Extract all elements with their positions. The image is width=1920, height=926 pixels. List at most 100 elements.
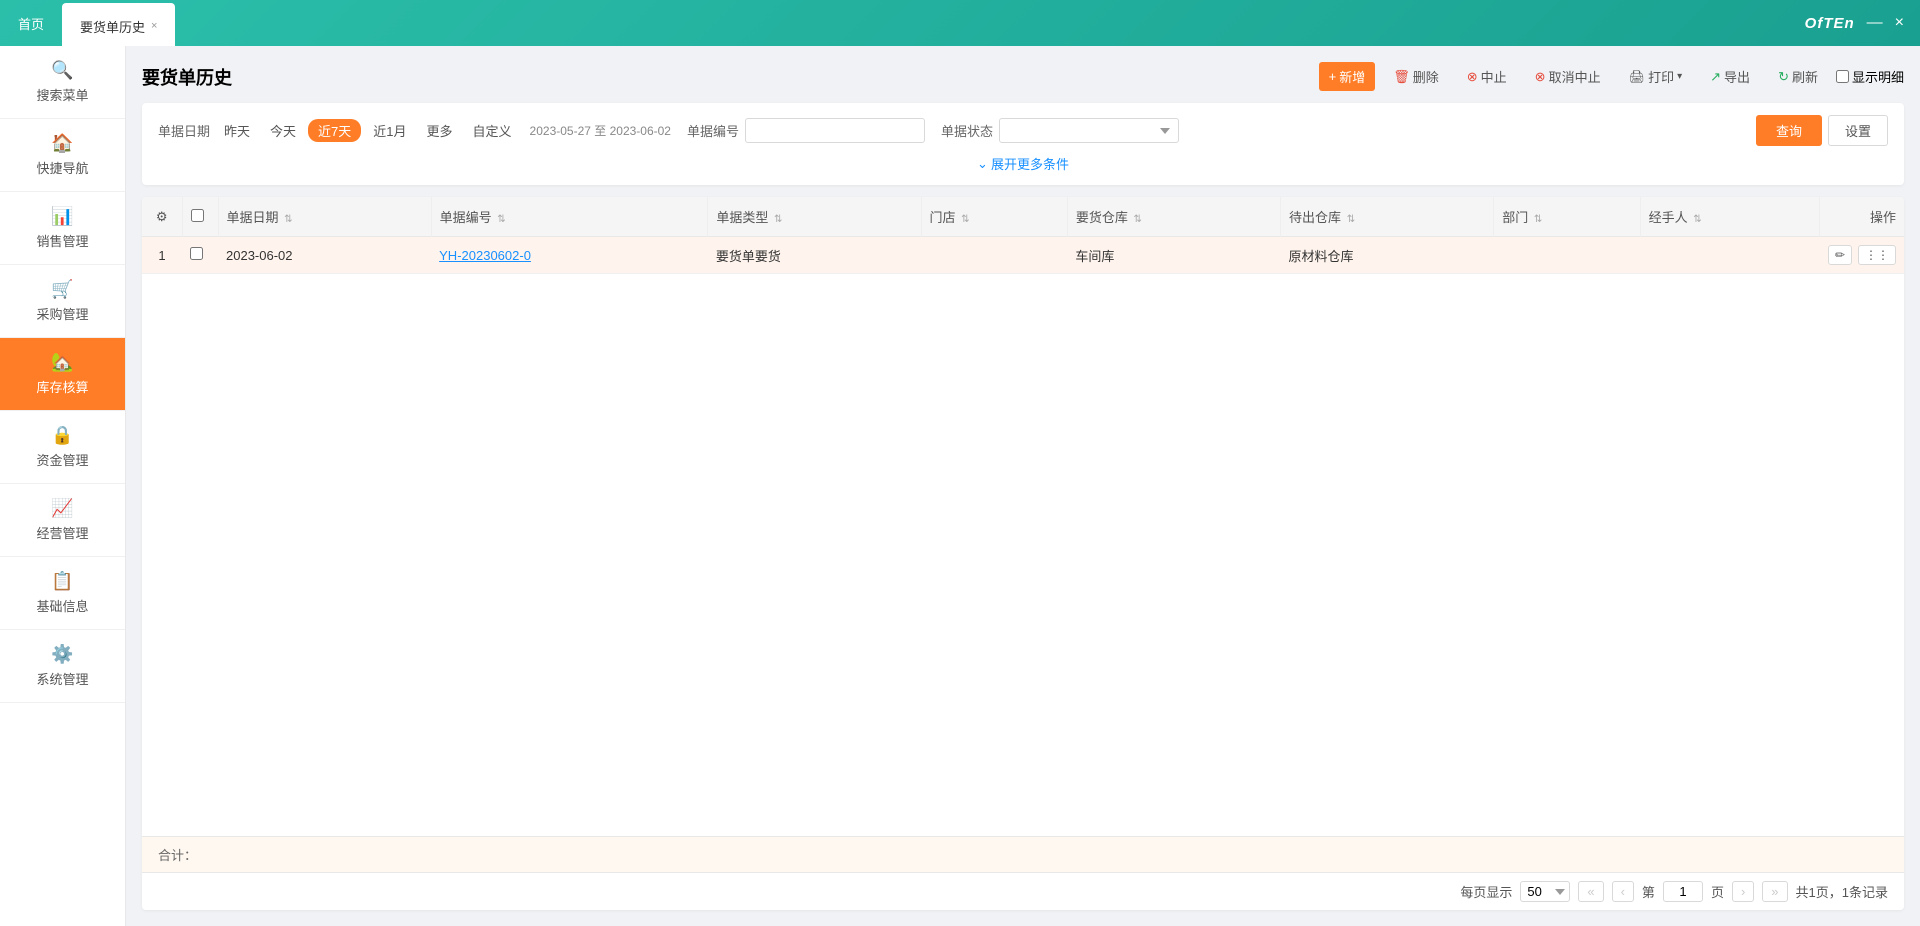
th-handler[interactable]: 经手人 ⇅ [1640, 197, 1820, 237]
row-checkbox[interactable] [190, 247, 203, 260]
td-doc-type: 要货单要货 [708, 237, 921, 274]
display-detail-checkbox[interactable] [1836, 70, 1849, 83]
refresh-button[interactable]: ↻ 刷新 [1768, 62, 1828, 91]
window-close-btn[interactable]: × [1895, 14, 1904, 32]
date-btn-more[interactable]: 更多 [419, 119, 461, 142]
sidebar-item-sales-mgmt-label: 销售管理 [36, 231, 88, 250]
print-chevron-icon: ▾ [1677, 71, 1682, 82]
th-doc-date[interactable]: 单据日期 ⇅ [218, 197, 431, 237]
date-btn-today[interactable]: 今天 [262, 119, 304, 142]
sidebar-item-system-mgmt[interactable]: ⚙️ 系统管理 [0, 630, 125, 703]
delete-icon: 🗑 [1393, 69, 1410, 85]
sort-icon-doc-no: ⇅ [497, 214, 505, 225]
query-button[interactable]: 查询 [1756, 115, 1822, 146]
filter-status-select[interactable] [999, 118, 1179, 143]
tab-requisition-history-label: 要货单历史 [80, 17, 145, 36]
th-actions-label: 操作 [1870, 210, 1896, 225]
date-btn-custom[interactable]: 自定义 [465, 119, 520, 142]
filter-docno-item: 单据编号 [687, 118, 925, 143]
th-req-warehouse[interactable]: 要货仓库 ⇅ [1067, 197, 1280, 237]
sidebar-item-basic-info-label: 基础信息 [36, 596, 88, 615]
date-btn-last-month[interactable]: 近1月 [365, 119, 414, 142]
system-mgmt-icon: ⚙️ [51, 644, 73, 665]
top-nav-right: OfTEn — × [1805, 14, 1920, 32]
cancel-stop-button[interactable]: ⊗ 取消中止 [1525, 62, 1611, 91]
quick-nav-icon: 🏠 [51, 133, 73, 154]
sidebar: 🔍 搜索菜单 🏠 快捷导航 📊 销售管理 🛒 采购管理 🏡 库存核算 🔒 资金管… [0, 46, 126, 926]
new-button[interactable]: + 新增 [1319, 62, 1376, 91]
sidebar-item-operation-mgmt[interactable]: 📈 经营管理 [0, 484, 125, 557]
td-department [1494, 237, 1640, 274]
sidebar-item-purchase-mgmt[interactable]: 🛒 采购管理 [0, 265, 125, 338]
sort-icon-department: ⇅ [1534, 214, 1542, 225]
page-suffix-label: 页 [1711, 882, 1724, 901]
tab-requisition-history[interactable]: 要货单历史 × [62, 3, 175, 49]
td-pending-warehouse: 原材料仓库 [1281, 237, 1494, 274]
row-edit-button[interactable]: ✏ [1828, 245, 1852, 265]
tab-home[interactable]: 首页 [0, 0, 62, 46]
sidebar-item-basic-info[interactable]: 📋 基础信息 [0, 557, 125, 630]
export-icon: ↗ [1710, 69, 1721, 85]
select-all-checkbox[interactable] [191, 209, 204, 222]
new-icon: + [1329, 69, 1337, 84]
date-btn-last7days[interactable]: 近7天 [308, 119, 361, 142]
filter-date-range-display: 2023-05-27 至 2023-06-02 [530, 122, 671, 139]
doc-no-link[interactable]: YH-20230602-0 [439, 248, 531, 263]
filter-date-buttons: 昨天 今天 近7天 近1月 更多 自定义 [216, 119, 520, 142]
export-button[interactable]: ↗ 导出 [1700, 62, 1760, 91]
stop-button[interactable]: ⊗ 中止 [1457, 62, 1517, 91]
sort-icon-store: ⇅ [961, 214, 969, 225]
tab-home-label: 首页 [18, 14, 44, 33]
filter-actions: 查询 设置 [1756, 115, 1888, 146]
inventory-calc-icon: 🏡 [51, 352, 73, 373]
th-pending-warehouse[interactable]: 待出仓库 ⇅ [1281, 197, 1494, 237]
page-prefix-label: 第 [1642, 882, 1655, 901]
filter-date-item: 单据日期 昨天 今天 近7天 近1月 更多 自定义 2023-05-27 至 2… [158, 119, 671, 142]
sidebar-item-quick-nav[interactable]: 🏠 快捷导航 [0, 119, 125, 192]
first-page-button[interactable]: « [1578, 881, 1603, 902]
sidebar-item-operation-mgmt-label: 经营管理 [36, 523, 88, 542]
page-input[interactable] [1663, 881, 1703, 902]
td-doc-no: YH-20230602-0 [431, 237, 708, 274]
table-body: 1 2023-06-02 YH-20230602-0 要货单要货 [142, 237, 1904, 274]
th-doc-no[interactable]: 单据编号 ⇅ [431, 197, 708, 237]
summary-label: 合计： [158, 845, 197, 864]
th-doc-type[interactable]: 单据类型 ⇅ [708, 197, 921, 237]
sidebar-item-search-menu[interactable]: 🔍 搜索菜单 [0, 46, 125, 119]
sidebar-item-finance-mgmt[interactable]: 🔒 资金管理 [0, 411, 125, 484]
nav-tabs: 首页 要货单历史 × [0, 0, 1805, 46]
th-settings[interactable]: ⚙ [142, 197, 182, 237]
td-doc-date: 2023-06-02 [218, 237, 431, 274]
next-page-button[interactable]: › [1732, 881, 1754, 902]
td-req-warehouse: 车间库 [1067, 237, 1280, 274]
title-toolbar-row: 要货单历史 + 新增 🗑 删除 ⊗ 中止 ⊗ [142, 62, 1904, 91]
th-store[interactable]: 门店 ⇅ [921, 197, 1067, 237]
refresh-label: 刷新 [1792, 67, 1818, 86]
filter-panel: 单据日期 昨天 今天 近7天 近1月 更多 自定义 2023-05-27 至 2… [142, 103, 1904, 185]
window-minimize-btn[interactable]: — [1867, 14, 1883, 32]
sidebar-item-inventory-calc[interactable]: 🏡 库存核算 [0, 338, 125, 411]
purchase-mgmt-icon: 🛒 [51, 279, 73, 300]
last-page-button[interactable]: » [1762, 881, 1787, 902]
th-department[interactable]: 部门 ⇅ [1494, 197, 1640, 237]
th-doc-date-label: 单据日期 [227, 210, 279, 225]
delete-button[interactable]: 🗑 删除 [1383, 62, 1449, 91]
td-settings: 1 [142, 237, 182, 274]
prev-page-button[interactable]: ‹ [1612, 881, 1634, 902]
filter-settings-button[interactable]: 设置 [1828, 115, 1888, 146]
date-btn-yesterday[interactable]: 昨天 [216, 119, 258, 142]
content-area: 要货单历史 + 新增 🗑 删除 ⊗ 中止 ⊗ [126, 46, 1920, 926]
display-detail-toggle[interactable]: 显示明细 [1836, 67, 1904, 86]
filter-docno-input[interactable] [745, 118, 925, 143]
row-actions: ✏ ⋮⋮ [1828, 245, 1896, 265]
td-checkbox [182, 237, 218, 274]
td-handler [1640, 237, 1820, 274]
expand-more-button[interactable]: ⌄ 展开更多条件 [158, 154, 1888, 173]
sidebar-item-sales-mgmt[interactable]: 📊 销售管理 [0, 192, 125, 265]
print-button[interactable]: 🖨 打印 ▾ [1619, 62, 1693, 91]
per-page-select[interactable]: 50 20 100 200 [1520, 881, 1570, 902]
row-more-button[interactable]: ⋮⋮ [1858, 245, 1896, 265]
sidebar-item-search-menu-label: 搜索菜单 [36, 85, 88, 104]
tab-close-icon[interactable]: × [151, 20, 157, 32]
th-actions: 操作 [1820, 197, 1904, 237]
